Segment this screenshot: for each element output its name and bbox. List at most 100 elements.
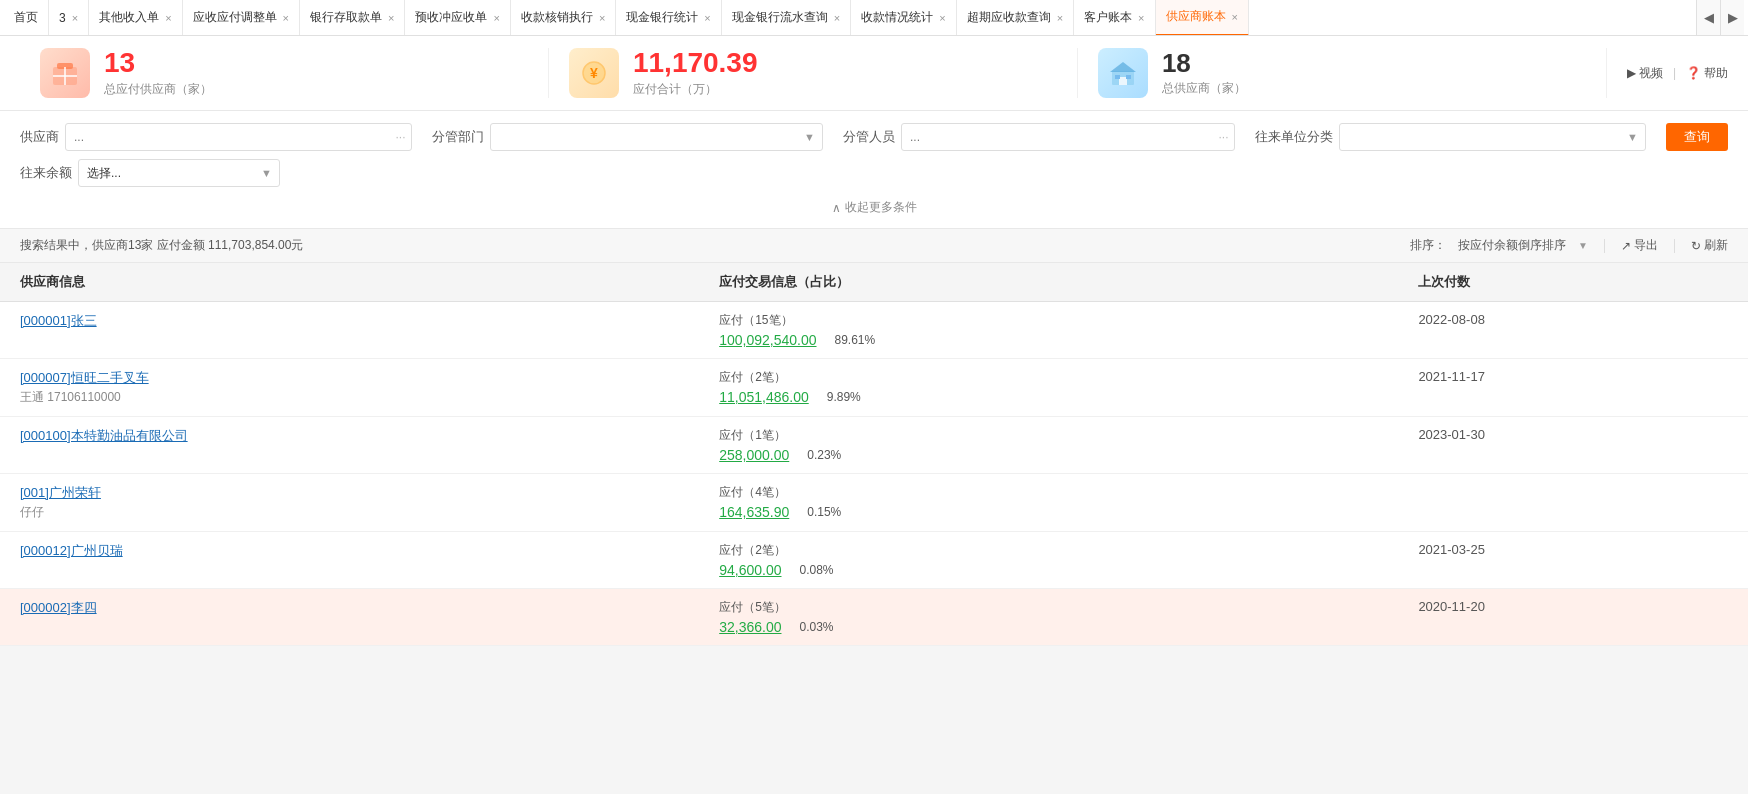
stat-payable-amount: ¥ 11,170.39 应付合计（万） <box>549 48 1078 98</box>
nav-arrows: ◀ ▶ <box>1696 0 1744 36</box>
amount-link[interactable]: 94,600.00 <box>719 562 781 578</box>
supplier-link[interactable]: [000007]恒旺二手叉车 <box>20 370 149 385</box>
person-input[interactable] <box>901 123 1235 151</box>
nav-tab-advance-payment[interactable]: 预收冲应收单 × <box>405 0 510 36</box>
nav-tab-cash-bank-flow-label: 现金银行流水查询 <box>732 9 828 26</box>
table-header-row: 供应商信息 应付交易信息（占比） 上次付数 <box>0 263 1748 302</box>
nav-tab-customer-account[interactable]: 客户账本 × <box>1074 0 1155 36</box>
transaction-count: 应付（2笔） <box>719 542 1378 559</box>
amount-link[interactable]: 164,635.90 <box>719 504 789 520</box>
percentage-text: 0.23% <box>807 448 841 462</box>
category-select[interactable] <box>1339 123 1647 151</box>
close-icon[interactable]: × <box>493 12 499 24</box>
nav-tab-3-label: 3 <box>59 11 66 25</box>
amount-link[interactable]: 11,051,486.00 <box>719 389 809 405</box>
payable-amount-label: 应付合计（万） <box>633 81 758 98</box>
nav-arrow-left[interactable]: ◀ <box>1696 0 1720 36</box>
refresh-button[interactable]: ↻ 刷新 <box>1691 237 1728 254</box>
nav-tab-advance-payment-label: 预收冲应收单 <box>415 9 487 26</box>
supplier-link[interactable]: [000002]李四 <box>20 600 97 615</box>
close-icon[interactable]: × <box>1057 12 1063 24</box>
close-icon[interactable]: × <box>283 12 289 24</box>
svg-rect-8 <box>1119 77 1127 85</box>
nav-tab-overdue-query-label: 超期应收款查询 <box>967 9 1051 26</box>
supplier-input-ellipsis-icon[interactable]: ··· <box>395 130 405 144</box>
nav-tab-ap-adjustment[interactable]: 应收应付调整单 × <box>183 0 300 36</box>
close-icon[interactable]: × <box>165 12 171 24</box>
close-icon[interactable]: × <box>939 12 945 24</box>
dept-filter-label: 分管部门 <box>432 128 484 146</box>
nav-tab-supplier-account-label: 供应商账本 <box>1166 8 1226 25</box>
filter-category: 往来单位分类 ▼ <box>1255 123 1647 151</box>
help-link[interactable]: ❓ 帮助 <box>1686 65 1728 82</box>
nav-tab-payment-verify-label: 收款核销执行 <box>521 9 593 26</box>
stats-actions: ▶ 视频 | ❓ 帮助 <box>1607 65 1728 82</box>
sort-chevron-down-icon: ▼ <box>1578 240 1588 251</box>
dept-select[interactable] <box>490 123 824 151</box>
table-row: [000001]张三应付（15笔）100,092,540.0089.61%202… <box>0 302 1748 359</box>
payable-amount-icon: ¥ <box>569 48 619 98</box>
supplier-sub-info: 仔仔 <box>20 504 679 521</box>
nav-tab-cash-bank-flow[interactable]: 现金银行流水查询 × <box>722 0 851 36</box>
top-nav-bar: 首页 3 × 其他收入单 × 应收应付调整单 × 银行存取款单 × 预收冲应收单… <box>0 0 1748 36</box>
close-icon[interactable]: × <box>704 12 710 24</box>
supplier-cell: [000007]恒旺二手叉车王通 17106110000 <box>0 359 699 417</box>
supplier-link[interactable]: [000001]张三 <box>20 313 97 328</box>
svg-text:¥: ¥ <box>590 65 598 81</box>
table-row: [000012]广州贝瑞应付（2笔）94,600.000.08%2021-03-… <box>0 532 1748 589</box>
balance-select[interactable]: 选择... <box>78 159 280 187</box>
filter-row-2: 往来余额 选择... ▼ <box>20 159 1728 187</box>
stat-total-supplier: 18 总供应商（家） <box>1078 48 1607 98</box>
category-select-wrap: ▼ <box>1339 123 1647 151</box>
amount-link[interactable]: 32,366.00 <box>719 619 781 635</box>
supplier-link[interactable]: [000100]本特勤油品有限公司 <box>20 428 188 443</box>
search-button[interactable]: 查询 <box>1666 123 1728 151</box>
nav-tab-overdue-query[interactable]: 超期应收款查询 × <box>957 0 1074 36</box>
result-bar: 搜索结果中，供应商13家 应付金额 111,703,854.00元 排序： 按应… <box>0 229 1748 263</box>
svg-rect-10 <box>1126 75 1131 79</box>
export-button[interactable]: ↗ 导出 <box>1621 237 1658 254</box>
transaction-cell: 应付（4笔）164,635.900.15% <box>699 474 1398 532</box>
transaction-count: 应付（15笔） <box>719 312 1378 329</box>
table-row: [000002]李四应付（5笔）32,366.000.03%2020-11-20 <box>0 589 1748 646</box>
divider-2 <box>1674 239 1675 253</box>
supplier-input[interactable] <box>65 123 412 151</box>
last-payment-cell: 2023-01-30 <box>1398 417 1748 474</box>
nav-tab-other-income[interactable]: 其他收入单 × <box>89 0 182 36</box>
last-payment-cell: 2021-11-17 <box>1398 359 1748 417</box>
nav-tab-bank-deposit[interactable]: 银行存取款单 × <box>300 0 405 36</box>
close-icon[interactable]: × <box>388 12 394 24</box>
nav-arrow-right[interactable]: ▶ <box>1720 0 1744 36</box>
nav-tab-payment-stats[interactable]: 收款情况统计 × <box>851 0 956 36</box>
amount-link[interactable]: 258,000.00 <box>719 447 789 463</box>
supplier-link[interactable]: [001]广州荣轩 <box>20 485 101 500</box>
collapse-button[interactable]: ∧ 收起更多条件 <box>820 195 929 220</box>
video-link[interactable]: ▶ 视频 <box>1627 65 1663 82</box>
help-icon: ❓ <box>1686 66 1701 80</box>
payable-supplier-icon <box>40 48 90 98</box>
transaction-cell: 应付（2笔）94,600.000.08% <box>699 532 1398 589</box>
supplier-cell: [000002]李四 <box>0 589 699 646</box>
nav-tab-supplier-account[interactable]: 供应商账本 × <box>1156 0 1249 36</box>
close-icon[interactable]: × <box>1138 12 1144 24</box>
nav-tab-bank-deposit-label: 银行存取款单 <box>310 9 382 26</box>
table-row: [000100]本特勤油品有限公司应付（1笔）258,000.000.23%20… <box>0 417 1748 474</box>
nav-tab-home[interactable]: 首页 <box>4 0 49 36</box>
nav-tab-payment-verify[interactable]: 收款核销执行 × <box>511 0 616 36</box>
close-icon[interactable]: × <box>834 12 840 24</box>
amount-link[interactable]: 100,092,540.00 <box>719 332 816 348</box>
supplier-link[interactable]: [000012]广州贝瑞 <box>20 543 123 558</box>
close-icon[interactable]: × <box>599 12 605 24</box>
nav-tab-other-income-label: 其他收入单 <box>99 9 159 26</box>
nav-tab-cash-bank-stats[interactable]: 现金银行统计 × <box>616 0 721 36</box>
close-icon[interactable]: × <box>1232 11 1238 23</box>
nav-tab-3[interactable]: 3 × <box>49 0 89 36</box>
result-actions: 排序： 按应付余额倒序排序 ▼ ↗ 导出 ↻ 刷新 <box>1410 237 1728 254</box>
person-input-ellipsis-icon[interactable]: ··· <box>1218 130 1228 144</box>
close-icon[interactable]: × <box>72 12 78 24</box>
collapse-label: 收起更多条件 <box>845 199 917 216</box>
nav-tab-cash-bank-stats-label: 现金银行统计 <box>626 9 698 26</box>
result-info: 搜索结果中，供应商13家 应付金额 111,703,854.00元 <box>20 237 303 254</box>
help-label: 帮助 <box>1704 65 1728 82</box>
supplier-cell: [000012]广州贝瑞 <box>0 532 699 589</box>
